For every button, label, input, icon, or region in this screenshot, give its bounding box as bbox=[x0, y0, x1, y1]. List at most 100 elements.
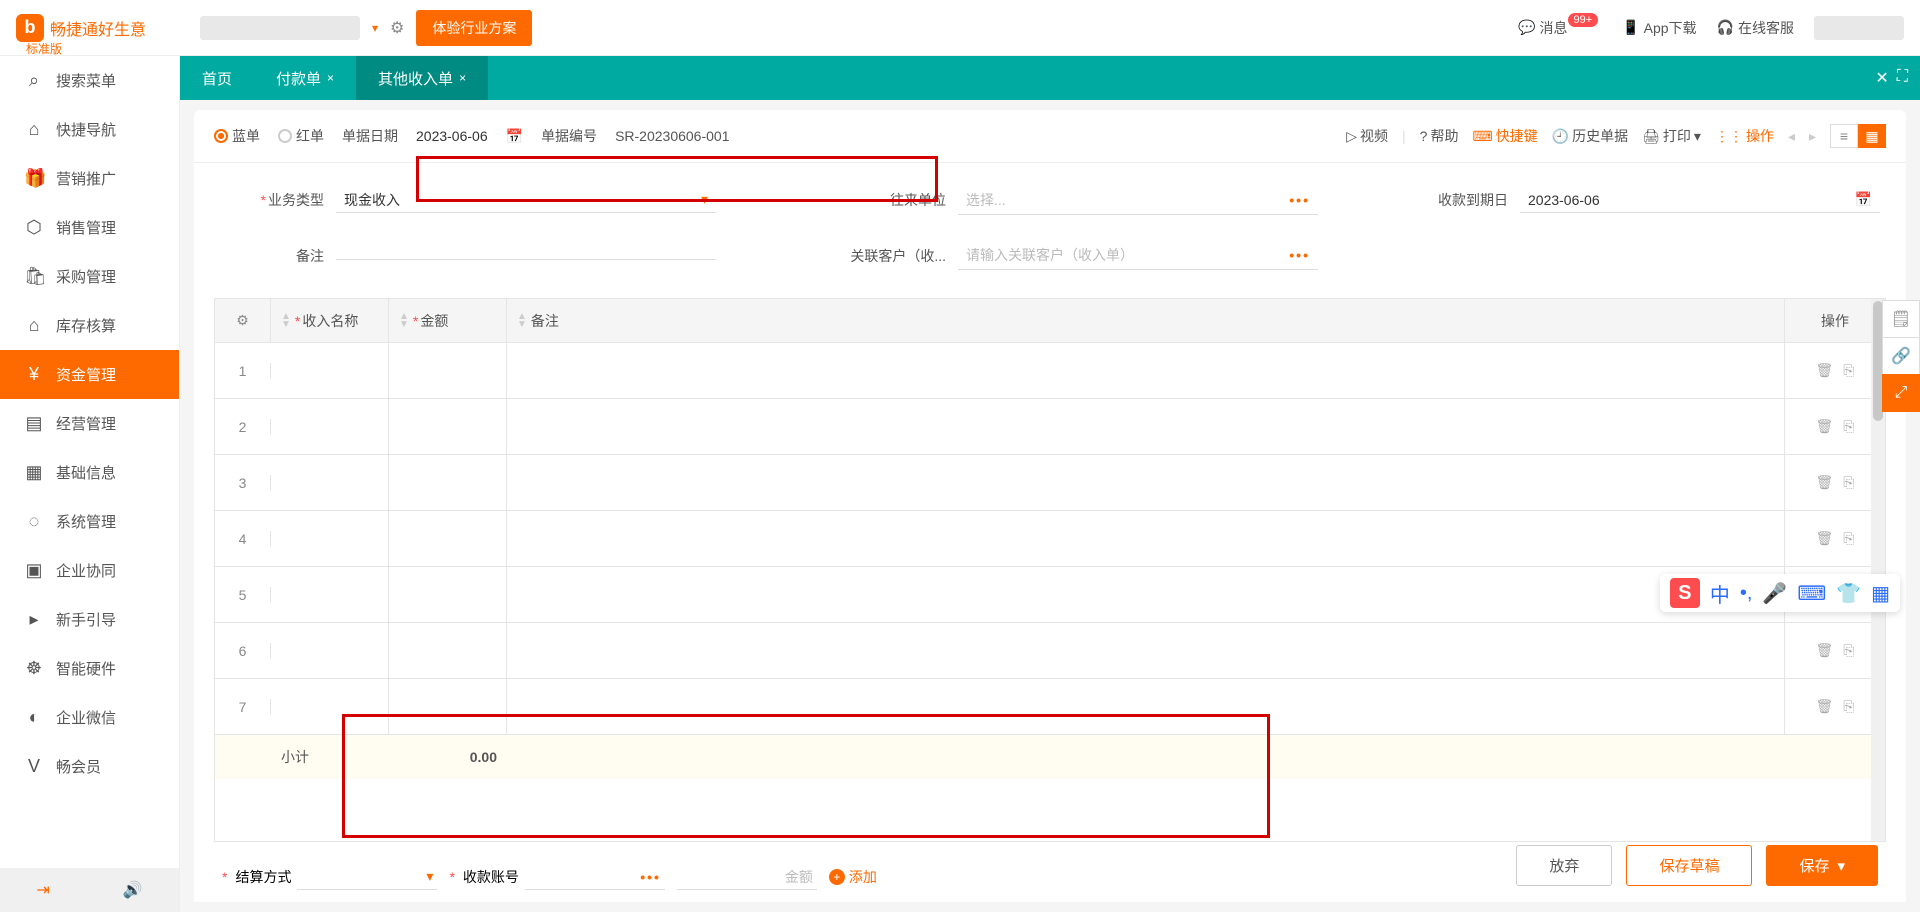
ime-punct-icon[interactable]: •, bbox=[1740, 582, 1753, 605]
delete-icon[interactable]: 🗑 bbox=[1816, 418, 1834, 435]
cell-amount[interactable] bbox=[389, 623, 507, 678]
table-row[interactable]: 2 🗑 ⎘ bbox=[215, 399, 1885, 455]
biz-type-input[interactable] bbox=[344, 192, 701, 208]
next-page-icon[interactable]: ▸ bbox=[1809, 128, 1816, 145]
customer-service-link[interactable]: 🎧 在线客服 bbox=[1717, 18, 1794, 38]
user-name-placeholder[interactable] bbox=[1814, 16, 1904, 40]
sidebar-item-13[interactable]: ◐企业微信 bbox=[0, 693, 179, 742]
delete-icon[interactable]: 🗑 bbox=[1816, 474, 1834, 491]
bill-date-value[interactable]: 2023-06-06 bbox=[416, 128, 488, 144]
radio-red[interactable]: 红单 bbox=[278, 126, 324, 146]
cell-name[interactable] bbox=[271, 623, 389, 678]
sidebar-item-14[interactable]: V畅会员 bbox=[0, 742, 179, 791]
view-list-button[interactable]: ≡ bbox=[1830, 124, 1858, 148]
close-icon[interactable]: × bbox=[459, 71, 466, 85]
grid-settings-icon[interactable]: ⚙ bbox=[215, 299, 271, 342]
more-icon[interactable]: ••• bbox=[1289, 247, 1310, 263]
prev-page-icon[interactable]: ◂ bbox=[1788, 128, 1795, 145]
tab-首页[interactable]: 首页 bbox=[180, 56, 254, 100]
sidebar-item-4[interactable]: 🛍采购管理 bbox=[0, 252, 179, 301]
col-income-name[interactable]: ▲▼*收入名称 bbox=[271, 299, 389, 342]
cell-remark[interactable] bbox=[507, 567, 1785, 622]
sidebar-item-7[interactable]: ▤经营管理 bbox=[0, 399, 179, 448]
calendar-icon[interactable]: 📅 bbox=[506, 128, 523, 145]
cell-name[interactable] bbox=[271, 567, 389, 622]
col-amount[interactable]: ▲▼*金额 bbox=[389, 299, 507, 342]
sidebar-item-9[interactable]: ◌系统管理 bbox=[0, 497, 179, 546]
settle-account-select[interactable]: ••• bbox=[525, 864, 665, 890]
copy-icon[interactable]: ⎘ bbox=[1843, 474, 1854, 491]
discard-button[interactable]: 放弃 bbox=[1516, 845, 1612, 886]
cell-name[interactable] bbox=[271, 399, 389, 454]
cell-amount[interactable] bbox=[389, 567, 507, 622]
table-row[interactable]: 1 🗑 ⎘ bbox=[215, 343, 1885, 399]
delete-icon[interactable]: 🗑 bbox=[1816, 642, 1834, 659]
cell-remark[interactable] bbox=[507, 399, 1785, 454]
add-settlement-button[interactable]: + 添加 bbox=[829, 867, 877, 887]
gear-icon[interactable]: ⚙ bbox=[390, 18, 404, 38]
radio-blue[interactable]: 蓝单 bbox=[214, 126, 260, 146]
cell-name[interactable] bbox=[271, 455, 389, 510]
cell-amount[interactable] bbox=[389, 455, 507, 510]
cell-remark[interactable] bbox=[507, 623, 1785, 678]
ops-link[interactable]: ⋮⋮ 操作 bbox=[1715, 126, 1774, 146]
trial-button[interactable]: 体验行业方案 bbox=[416, 10, 532, 46]
table-row[interactable]: 5 🗑 ⎘ bbox=[215, 567, 1885, 623]
cell-amount[interactable] bbox=[389, 511, 507, 566]
float-expand-icon[interactable]: ⤢ bbox=[1882, 374, 1920, 412]
sidebar-item-3[interactable]: ⬡销售管理 bbox=[0, 203, 179, 252]
sidebar-item-8[interactable]: ▦基础信息 bbox=[0, 448, 179, 497]
ime-toolbox-icon[interactable]: ▦ bbox=[1871, 581, 1890, 606]
cell-name[interactable] bbox=[271, 679, 389, 734]
cell-name[interactable] bbox=[271, 511, 389, 566]
history-link[interactable]: 🕘 历史单据 bbox=[1552, 126, 1628, 146]
ime-mic-icon[interactable]: 🎤 bbox=[1762, 581, 1787, 606]
sidebar-item-10[interactable]: ▣企业协同 bbox=[0, 546, 179, 595]
sidebar-item-0[interactable]: ⌕搜索菜单 bbox=[0, 56, 179, 105]
copy-icon[interactable]: ⎘ bbox=[1843, 698, 1854, 715]
copy-icon[interactable]: ⎘ bbox=[1843, 362, 1854, 379]
org-selector[interactable]: ▾ ⚙ bbox=[200, 16, 404, 40]
tab-付款单[interactable]: 付款单× bbox=[254, 56, 356, 100]
collapse-icon[interactable]: ⇥ bbox=[36, 880, 49, 900]
copy-icon[interactable]: ⎘ bbox=[1843, 530, 1854, 547]
ime-toolbar[interactable]: S 中 •, 🎤 ⌨ 👕 ▦ bbox=[1660, 574, 1900, 612]
delete-icon[interactable]: 🗑 bbox=[1816, 362, 1834, 379]
table-row[interactable]: 3 🗑 ⎘ bbox=[215, 455, 1885, 511]
cell-remark[interactable] bbox=[507, 455, 1785, 510]
sidebar-item-12[interactable]: ☸智能硬件 bbox=[0, 644, 179, 693]
cell-amount[interactable] bbox=[389, 679, 507, 734]
cell-name[interactable] bbox=[271, 343, 389, 398]
biz-type-select[interactable]: ▾ bbox=[336, 187, 716, 213]
close-icon[interactable]: × bbox=[327, 71, 334, 85]
cell-amount[interactable] bbox=[389, 343, 507, 398]
settle-amount-input[interactable]: 金额 bbox=[677, 864, 817, 890]
sidebar-item-11[interactable]: ▸新手引导 bbox=[0, 595, 179, 644]
partner-select[interactable]: 选择... ••• bbox=[958, 186, 1318, 215]
messages-link[interactable]: 💬 消息 99+ bbox=[1518, 18, 1602, 38]
copy-icon[interactable]: ⎘ bbox=[1843, 642, 1854, 659]
cell-remark[interactable] bbox=[507, 679, 1785, 734]
float-note-icon[interactable]: 🗒 bbox=[1882, 300, 1920, 338]
float-link-icon[interactable]: 🔗 bbox=[1882, 337, 1920, 375]
fullscreen-icon[interactable]: ⛶ bbox=[1897, 68, 1908, 88]
sidebar-item-5[interactable]: ⌂库存核算 bbox=[0, 301, 179, 350]
due-date-input[interactable]: 2023-06-06 📅 bbox=[1520, 187, 1880, 213]
settle-method-select[interactable]: ▾ bbox=[297, 864, 437, 890]
sidebar-item-6[interactable]: ¥资金管理 bbox=[0, 350, 179, 399]
tab-其他收入单[interactable]: 其他收入单× bbox=[356, 56, 488, 100]
sidebar-item-1[interactable]: ⌂快捷导航 bbox=[0, 105, 179, 154]
delete-icon[interactable]: 🗑 bbox=[1816, 530, 1834, 547]
copy-icon[interactable]: ⎘ bbox=[1843, 418, 1854, 435]
print-link[interactable]: 🖨 打印 ▾ bbox=[1642, 126, 1701, 146]
sound-icon[interactable]: 🔊 bbox=[123, 880, 143, 900]
ime-lang[interactable]: 中 bbox=[1710, 579, 1730, 608]
close-all-icon[interactable]: ✕ bbox=[1875, 68, 1888, 88]
ime-skin-icon[interactable]: 👕 bbox=[1836, 581, 1861, 606]
col-remark[interactable]: ▲▼备注 bbox=[507, 299, 1785, 342]
cell-remark[interactable] bbox=[507, 511, 1785, 566]
view-detail-button[interactable]: ▦ bbox=[1858, 124, 1886, 148]
shortcut-link[interactable]: ⌨ 快捷键 bbox=[1472, 126, 1537, 146]
relate-customer-input[interactable]: 请输入关联客户（收入单） ••• bbox=[958, 241, 1318, 270]
calendar-icon[interactable]: 📅 bbox=[1855, 191, 1872, 208]
